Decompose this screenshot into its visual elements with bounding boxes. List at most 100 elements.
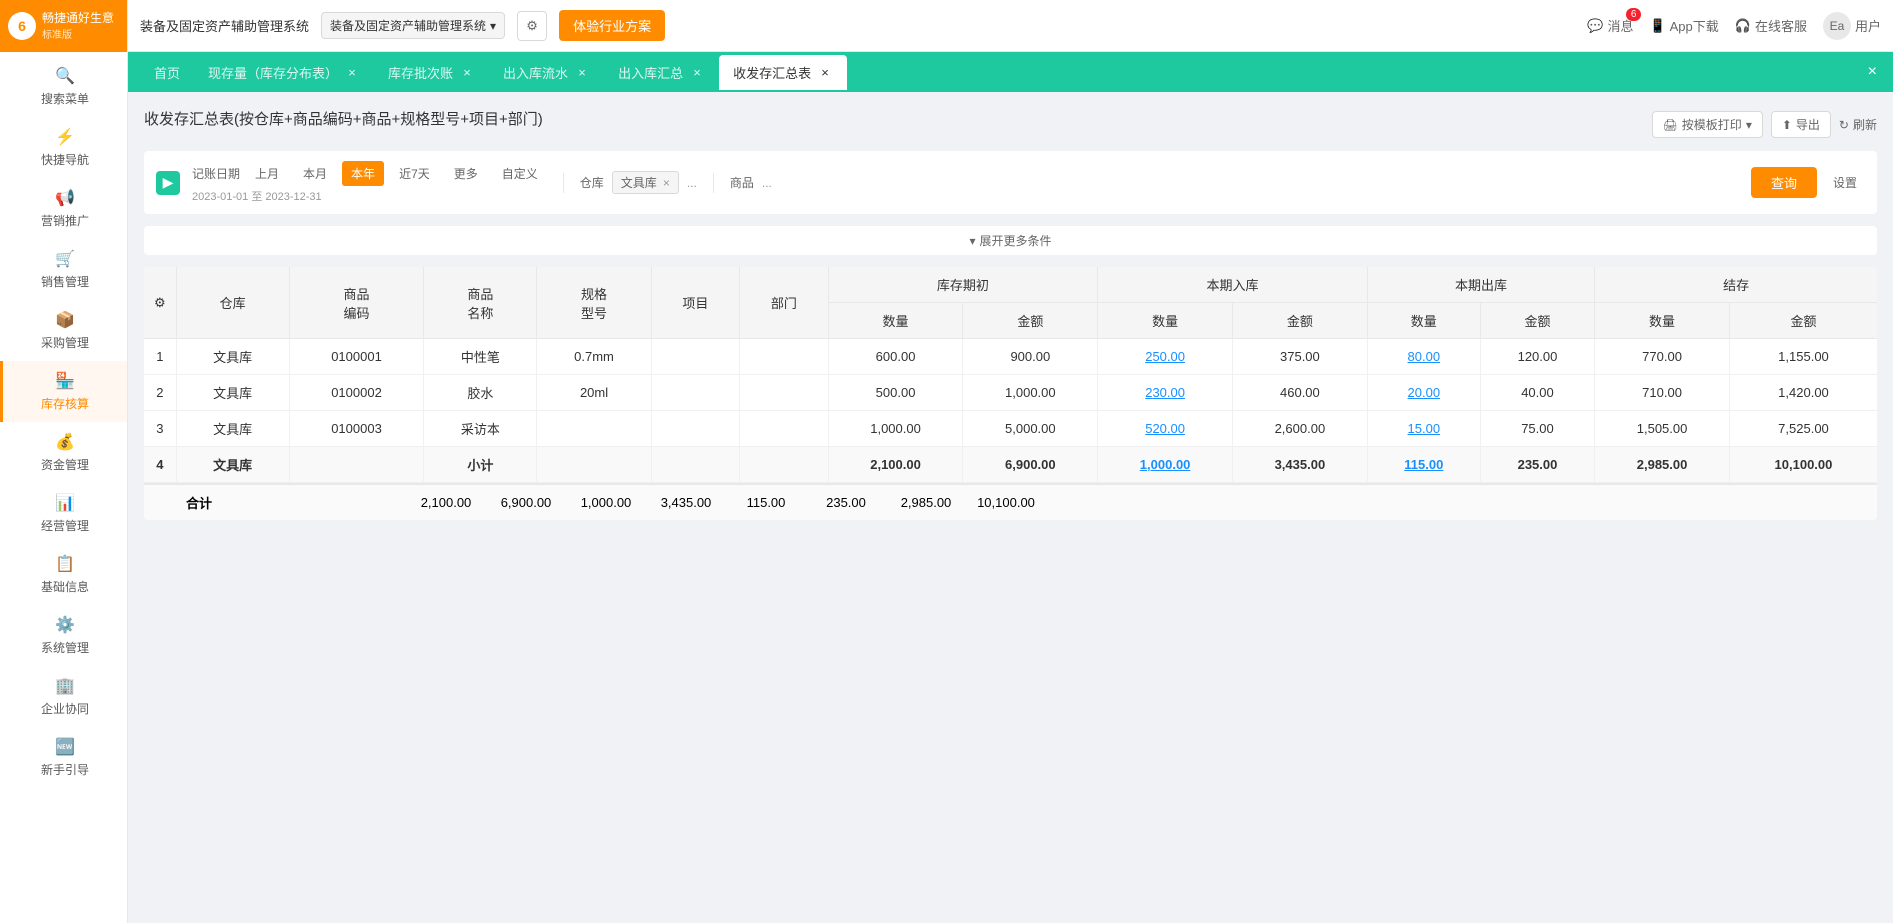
tab-close-batch[interactable]: × xyxy=(459,64,475,80)
tabbar-close-all[interactable]: × xyxy=(1864,59,1881,85)
sidebar-item-finance[interactable]: 💰 资金管理 xyxy=(0,422,127,483)
date-btns: 上月本月本年近7天更多自定义 xyxy=(246,161,547,186)
tab-close-summary[interactable]: × xyxy=(689,64,705,80)
data-table-wrapper: ⚙ 仓库 商品编码 商品名称 规格型号 项目 部门 库存期初 本期入库 本期出库… xyxy=(144,267,1877,520)
row-in-qty[interactable]: 230.00 xyxy=(1098,375,1233,411)
online-service-btn[interactable]: 🎧 在线客服 xyxy=(1735,16,1807,35)
sidebar-nav: 🔍 搜索菜单⚡ 快捷导航📢 营销推广🛒 销售管理📦 采购管理🏪 库存核算💰 资金… xyxy=(0,52,127,923)
row-goods-name: 小计 xyxy=(424,447,537,483)
tab-stock-dist[interactable]: 现存量（库存分布表）× xyxy=(194,55,374,90)
footer-out-qty: 115.00 xyxy=(726,495,806,510)
col-settings[interactable]: ⚙ xyxy=(144,267,176,339)
inventory-icon: 🏪 xyxy=(55,371,75,391)
col-in-qty-header: 数量 xyxy=(1098,303,1233,339)
page-content: 收发存汇总表(按仓库+商品编码+商品+规格型号+项目+部门) 🖨 按模板打印 ▾… xyxy=(128,92,1893,923)
print-btn[interactable]: 🖨 按模板打印 ▾ xyxy=(1652,111,1763,138)
row-bal-qty: 2,985.00 xyxy=(1595,447,1730,483)
sidebar-item-quick-nav[interactable]: ⚡ 快捷导航 xyxy=(0,117,127,178)
sidebar-item-sales[interactable]: 🛒 销售管理 xyxy=(0,239,127,300)
settings-link[interactable]: 设置 xyxy=(1825,170,1865,195)
app-download-btn[interactable]: 📱 App下载 xyxy=(1649,16,1718,35)
row-out-qty[interactable]: 15.00 xyxy=(1367,411,1480,447)
col-out-header: 本期出库 xyxy=(1367,267,1594,303)
message-badge: 6 xyxy=(1626,8,1642,21)
sales-icon: 🛒 xyxy=(55,249,75,269)
expand-more-btn[interactable]: ▾ 展开更多条件 xyxy=(144,226,1877,255)
headset-icon: 🎧 xyxy=(1735,18,1751,34)
row-out-qty[interactable]: 115.00 xyxy=(1367,447,1480,483)
sidebar-item-inventory[interactable]: 🏪 库存核算 xyxy=(0,361,127,422)
row-in-qty[interactable]: 1,000.00 xyxy=(1098,447,1233,483)
tab-batch[interactable]: 库存批次账× xyxy=(374,55,489,90)
sidebar-item-purchase[interactable]: 📦 采购管理 xyxy=(0,300,127,361)
row-in-qty[interactable]: 520.00 xyxy=(1098,411,1233,447)
refresh-btn[interactable]: ↻ 刷新 xyxy=(1839,116,1877,133)
row-out-qty[interactable]: 20.00 xyxy=(1367,375,1480,411)
trial-btn[interactable]: 体验行业方案 xyxy=(559,10,665,41)
topbar-settings-btn[interactable]: ⚙ xyxy=(517,11,547,41)
sidebar-item-enterprise[interactable]: 🏢 企业协同 xyxy=(0,666,127,727)
message-btn[interactable]: 💬 消息 6 xyxy=(1587,16,1633,35)
sidebar-item-search[interactable]: 🔍 搜索菜单 xyxy=(0,56,127,117)
refresh-icon: ↻ xyxy=(1839,118,1849,132)
divider2 xyxy=(713,173,714,193)
sidebar-item-system[interactable]: ⚙️ 系统管理 xyxy=(0,605,127,666)
tab-close-receive-summary[interactable]: × xyxy=(817,64,833,80)
col-in-amt-header: 金额 xyxy=(1233,303,1368,339)
tab-receive-summary[interactable]: 收发存汇总表× xyxy=(719,55,847,90)
sidebar-item-label-operations: 经营管理 xyxy=(41,517,89,534)
date-btn-自定义[interactable]: 自定义 xyxy=(493,161,547,186)
row-goods-code xyxy=(289,447,424,483)
user-menu[interactable]: Ea 用户 xyxy=(1823,12,1881,40)
tab-close-stock-dist[interactable]: × xyxy=(344,64,360,80)
row-bal-qty: 710.00 xyxy=(1595,375,1730,411)
row-no: 3 xyxy=(144,411,176,447)
date-btn-近7天[interactable]: 近7天 xyxy=(390,161,439,186)
warehouse-more[interactable]: ... xyxy=(687,176,697,190)
col-goods-code-header: 商品编码 xyxy=(289,267,424,339)
filter-collapse-btn[interactable]: ▶ xyxy=(156,171,180,195)
system-icon: ⚙️ xyxy=(55,615,75,635)
system-dropdown[interactable]: 装备及固定资产辅助管理系统 ▾ xyxy=(321,12,505,39)
tab-flow[interactable]: 出入库流水× xyxy=(489,55,604,90)
row-warehouse: 文具库 xyxy=(176,447,289,483)
sidebar-item-base-info[interactable]: 📋 基础信息 xyxy=(0,544,127,605)
row-project xyxy=(651,447,739,483)
expand-label: 展开更多条件 xyxy=(980,232,1052,249)
row-out-qty[interactable]: 80.00 xyxy=(1367,339,1480,375)
sidebar: 6 畅捷通好生意 标准版 🔍 搜索菜单⚡ 快捷导航📢 营销推广🛒 销售管理📦 采… xyxy=(0,0,128,923)
col-opening-header: 库存期初 xyxy=(828,267,1098,303)
quick-nav-icon: ⚡ xyxy=(55,127,75,147)
row-goods-name: 中性笔 xyxy=(424,339,537,375)
row-in-amt: 375.00 xyxy=(1233,339,1368,375)
footer-in-amt: 3,435.00 xyxy=(646,495,726,510)
tab-home[interactable]: 首页 xyxy=(140,55,194,90)
divider1 xyxy=(563,173,564,193)
warehouse-tag[interactable]: 文具库 × xyxy=(612,171,679,194)
export-btn[interactable]: ⬆ 导出 xyxy=(1771,111,1831,138)
sidebar-item-operations[interactable]: 📊 经营管理 xyxy=(0,483,127,544)
tab-close-flow[interactable]: × xyxy=(574,64,590,80)
query-btn[interactable]: 查询 xyxy=(1751,167,1817,198)
refresh-label: 刷新 xyxy=(1853,116,1877,133)
date-btn-本年[interactable]: 本年 xyxy=(342,161,384,186)
sidebar-item-new-guide[interactable]: 🆕 新手引导 xyxy=(0,727,127,788)
sidebar-item-marketing[interactable]: 📢 营销推广 xyxy=(0,178,127,239)
date-btn-本月[interactable]: 本月 xyxy=(294,161,336,186)
purchase-icon: 📦 xyxy=(55,310,75,330)
sidebar-item-label-enterprise: 企业协同 xyxy=(41,700,89,717)
row-in-qty[interactable]: 250.00 xyxy=(1098,339,1233,375)
warehouse-tag-close-icon[interactable]: × xyxy=(663,176,670,190)
tabbar: 首页现存量（库存分布表）×库存批次账×出入库流水×出入库汇总×收发存汇总表×× xyxy=(128,52,1893,92)
date-btn-上月[interactable]: 上月 xyxy=(246,161,288,186)
date-btn-更多[interactable]: 更多 xyxy=(445,161,487,186)
row-out-amt: 75.00 xyxy=(1480,411,1594,447)
footer-out-amt: 235.00 xyxy=(806,495,886,510)
row-warehouse: 文具库 xyxy=(176,339,289,375)
commodity-label: 商品 xyxy=(730,174,754,191)
sidebar-item-label-inventory: 库存核算 xyxy=(41,395,89,412)
row-goods-code: 0100002 xyxy=(289,375,424,411)
commodity-more[interactable]: ... xyxy=(762,176,772,190)
message-icon: 💬 xyxy=(1587,18,1603,34)
tab-summary[interactable]: 出入库汇总× xyxy=(604,55,719,90)
